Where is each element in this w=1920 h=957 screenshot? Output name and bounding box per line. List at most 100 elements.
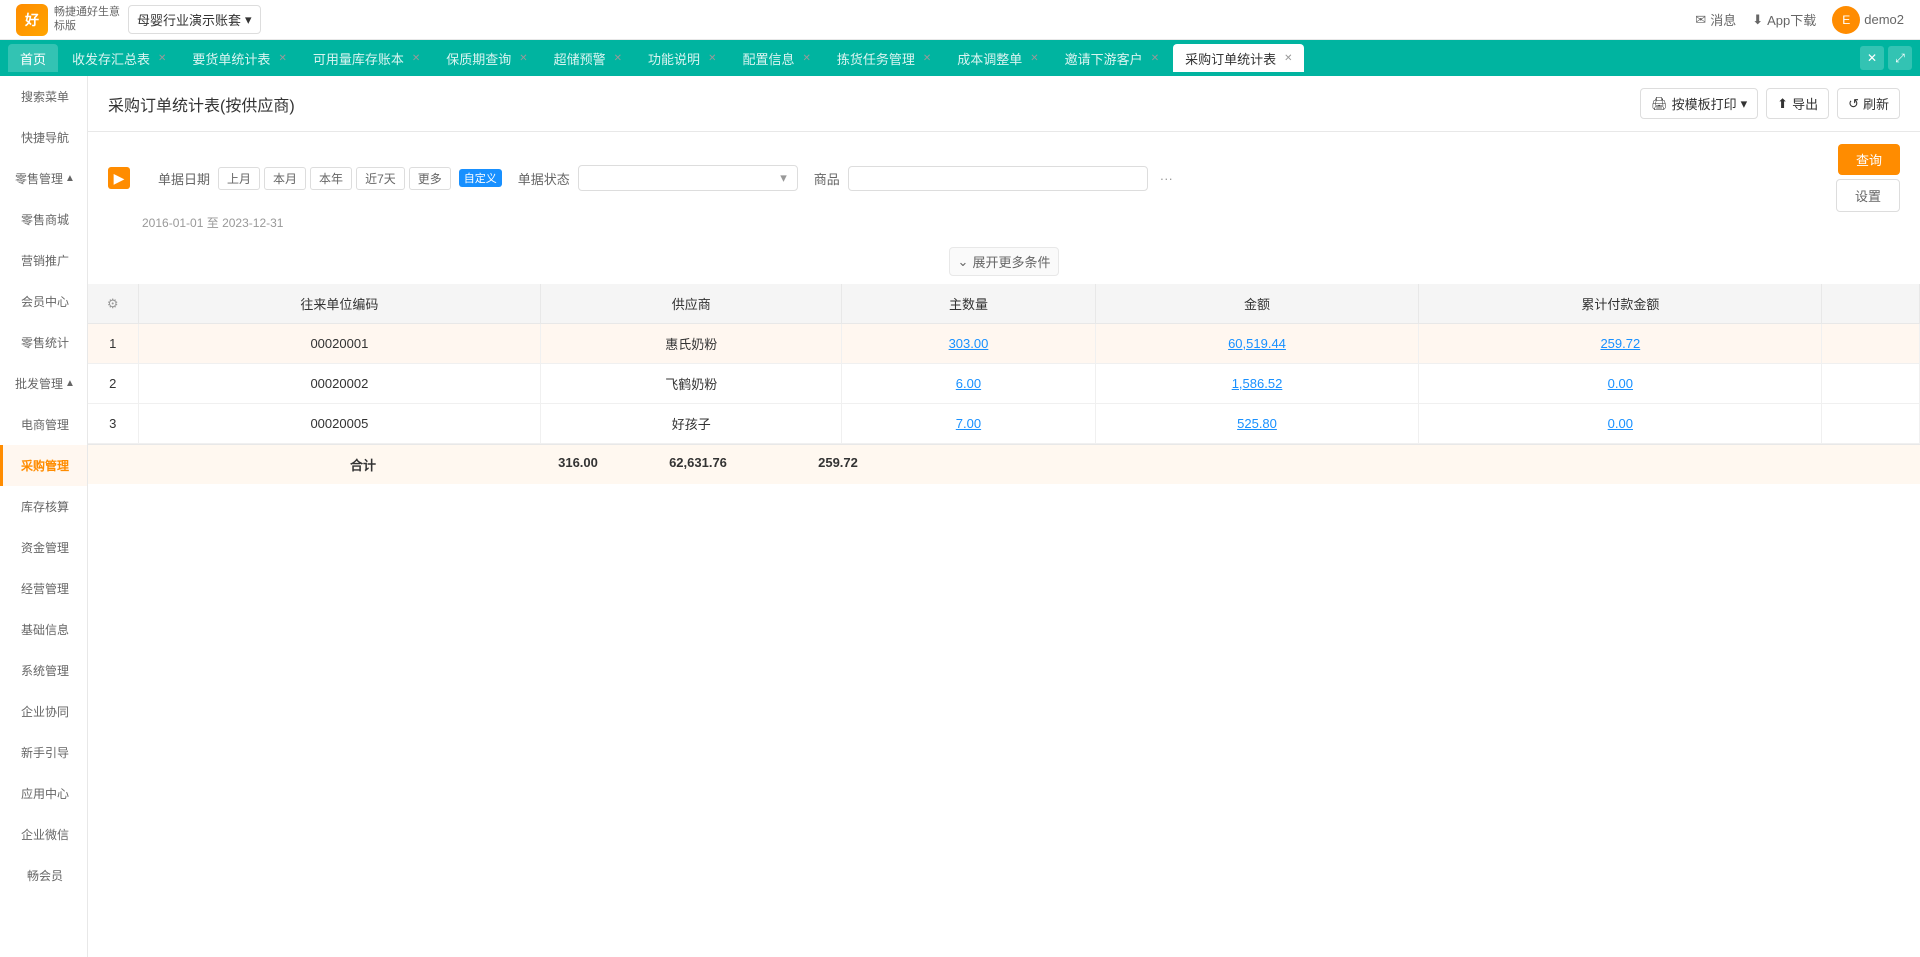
tab-jianhuo[interactable]: 拣货任务管理 ✕: [825, 44, 943, 72]
shortcut-7days[interactable]: 近7天: [356, 167, 405, 190]
tab-close-caigou[interactable]: ✕: [1284, 53, 1292, 64]
tab-close-gongneng[interactable]: ✕: [708, 53, 716, 64]
template-print-button[interactable]: 🖨 按模板打印 ▾: [1640, 88, 1758, 119]
print-icon: 🖨: [1651, 96, 1668, 112]
user-profile[interactable]: E demo2: [1832, 6, 1904, 34]
sidebar-item-wechat[interactable]: 企业微信: [0, 814, 87, 855]
sidebar-item-finance[interactable]: 资金管理: [0, 527, 87, 568]
tab-keyongliang[interactable]: 可用量库存账本 ✕: [301, 44, 432, 72]
tab-close-shoufacun[interactable]: ✕: [158, 53, 166, 64]
shortcut-last-month[interactable]: 上月: [218, 167, 260, 190]
sidebar-item-appcenter[interactable]: 应用中心: [0, 773, 87, 814]
tab-yaohuo[interactable]: 要货单统计表 ✕: [180, 44, 298, 72]
row-code: 00020002: [138, 364, 541, 404]
tab-caigou-active[interactable]: 采购订单统计表 ✕: [1173, 44, 1304, 72]
goods-input[interactable]: [848, 166, 1148, 191]
tab-maximize-button[interactable]: ⤢: [1888, 46, 1912, 70]
tab-peizhi[interactable]: 配置信息 ✕: [730, 44, 822, 72]
row-supplier: 好孩子: [541, 404, 842, 444]
sidebar-item-retail-stats[interactable]: 零售统计: [0, 322, 87, 363]
logo-text: 畅捷通好生意 标版: [54, 6, 120, 32]
quicknav-label: 快捷导航: [7, 129, 83, 146]
page-header-actions: 🖨 按模板打印 ▾ ⬆ 导出 ↺ 刷新: [1640, 88, 1900, 131]
tab-close-jianhuo[interactable]: ✕: [923, 53, 931, 64]
sidebar-item-inventory[interactable]: 库存核算: [0, 486, 87, 527]
shortcut-this-month[interactable]: 本月: [264, 167, 306, 190]
sidebar-item-ecommerce[interactable]: 电商管理: [0, 404, 87, 445]
tab-yaoqing[interactable]: 邀请下游客户 ✕: [1053, 44, 1171, 72]
workspace-selector[interactable]: 母婴行业演示账套 ▾: [128, 5, 261, 34]
top-bar-left: 好 畅捷通好生意 标版 母婴行业演示账套 ▾: [16, 4, 261, 36]
row-amount: 1,586.52: [1095, 364, 1419, 404]
tab-close-yaohuo[interactable]: ✕: [278, 53, 286, 64]
chevron-down-icon2: ▲: [65, 378, 75, 389]
col-qty-header: 主数量: [842, 284, 1095, 324]
sidebar-item-marketing[interactable]: 营销推广: [0, 240, 87, 281]
table-row: 1 00020001 惠氏奶粉 303.00 60,519.44 259.72: [88, 324, 1920, 364]
tab-chengben[interactable]: 成本调整单 ✕: [945, 44, 1050, 72]
row-code: 00020001: [138, 324, 541, 364]
more-options-icon[interactable]: ···: [1160, 171, 1173, 186]
sidebar-item-changhui[interactable]: 畅会员: [0, 855, 87, 896]
row-paid: 0.00: [1419, 364, 1822, 404]
chevron-down-icon4: ▾: [780, 170, 787, 186]
tab-shoufacun[interactable]: 收发存汇总表 ✕: [60, 44, 178, 72]
sidebar-item-search[interactable]: 搜索菜单: [0, 76, 87, 117]
sidebar-item-member[interactable]: 会员中心: [0, 281, 87, 322]
settings-button[interactable]: 设置: [1836, 179, 1900, 212]
tab-baozhiqi[interactable]: 保质期查询 ✕: [434, 44, 539, 72]
export-button[interactable]: ⬆ 导出: [1766, 88, 1829, 119]
tab-close-chaochu[interactable]: ✕: [614, 53, 622, 64]
row-supplier: 惠氏奶粉: [541, 324, 842, 364]
avatar: E: [1832, 6, 1860, 34]
status-select[interactable]: ▾: [578, 165, 798, 191]
query-button[interactable]: 查询: [1838, 144, 1900, 175]
row-qty: 303.00: [842, 324, 1095, 364]
footer-paid: 259.72: [758, 455, 918, 474]
footer-amount: 62,631.76: [638, 455, 758, 474]
sidebar-item-basic-info[interactable]: 基础信息: [0, 609, 87, 650]
tab-close-baozhiqi[interactable]: ✕: [519, 53, 527, 64]
app-download-button[interactable]: ⬇ App下载: [1752, 10, 1816, 29]
row-qty: 6.00: [842, 364, 1095, 404]
filter-main-row: ▶ 单据日期 上月 本月 本年 近7天 更多 自定义 单据状态: [108, 144, 1900, 212]
col-extra: [1822, 284, 1920, 324]
tab-home[interactable]: 首页: [8, 44, 58, 72]
message-button[interactable]: ✉ 消息: [1695, 10, 1736, 29]
tab-gongneng[interactable]: 功能说明 ✕: [636, 44, 728, 72]
sidebar-item-retail-mgmt[interactable]: 零售管理 ▲: [0, 158, 87, 199]
tab-close-all-button[interactable]: ✕: [1860, 46, 1884, 70]
row-supplier: 飞鹤奶粉: [541, 364, 842, 404]
shortcut-more[interactable]: 更多: [409, 167, 451, 190]
refresh-button[interactable]: ↺ 刷新: [1837, 88, 1900, 119]
sidebar-item-newbie[interactable]: 新手引导: [0, 732, 87, 773]
sidebar-item-system[interactable]: 系统管理: [0, 650, 87, 691]
gear-icon[interactable]: ⚙: [107, 296, 119, 311]
row-index: 2: [88, 364, 138, 404]
sidebar-item-enterprise[interactable]: 企业协同: [0, 691, 87, 732]
expand-more-button[interactable]: ⌄ 展开更多条件: [949, 247, 1060, 276]
sidebar-item-wholesale[interactable]: 批发管理 ▲: [0, 363, 87, 404]
sidebar-item-purchase[interactable]: 采购管理: [0, 445, 87, 486]
sidebar-item-quicknav[interactable]: 快捷导航: [0, 117, 87, 158]
filter-toggle-arrow[interactable]: ▶: [108, 167, 130, 189]
table-row: 3 00020005 好孩子 7.00 525.80 0.00: [88, 404, 1920, 444]
sidebar-item-retail-shop[interactable]: 零售商城: [0, 199, 87, 240]
col-amount-header: 金额: [1095, 284, 1419, 324]
chevron-down-icon3: ▾: [1741, 96, 1748, 112]
row-index: 3: [88, 404, 138, 444]
shortcut-this-year[interactable]: 本年: [310, 167, 352, 190]
row-paid: 0.00: [1419, 404, 1822, 444]
tab-chaochu[interactable]: 超储预警 ✕: [542, 44, 634, 72]
tab-close-yaoqing[interactable]: ✕: [1151, 53, 1159, 64]
row-amount: 525.80: [1095, 404, 1419, 444]
main-layout: 搜索菜单 快捷导航 零售管理 ▲ 零售商城 营销推广 会员中心 零售统计 批发管…: [0, 76, 1920, 957]
filter-expand-row: ⌄ 展开更多条件: [108, 239, 1900, 276]
col-supplier-header: 供应商: [541, 284, 842, 324]
tab-close-peizhi[interactable]: ✕: [802, 53, 810, 64]
nav-tabs: 首页 收发存汇总表 ✕ 要货单统计表 ✕ 可用量库存账本 ✕ 保质期查询 ✕ 超…: [0, 40, 1920, 76]
table-row: 2 00020002 飞鹤奶粉 6.00 1,586.52 0.00: [88, 364, 1920, 404]
tab-close-chengben[interactable]: ✕: [1030, 53, 1038, 64]
sidebar-item-operations[interactable]: 经营管理: [0, 568, 87, 609]
tab-close-keyongliang[interactable]: ✕: [412, 53, 420, 64]
